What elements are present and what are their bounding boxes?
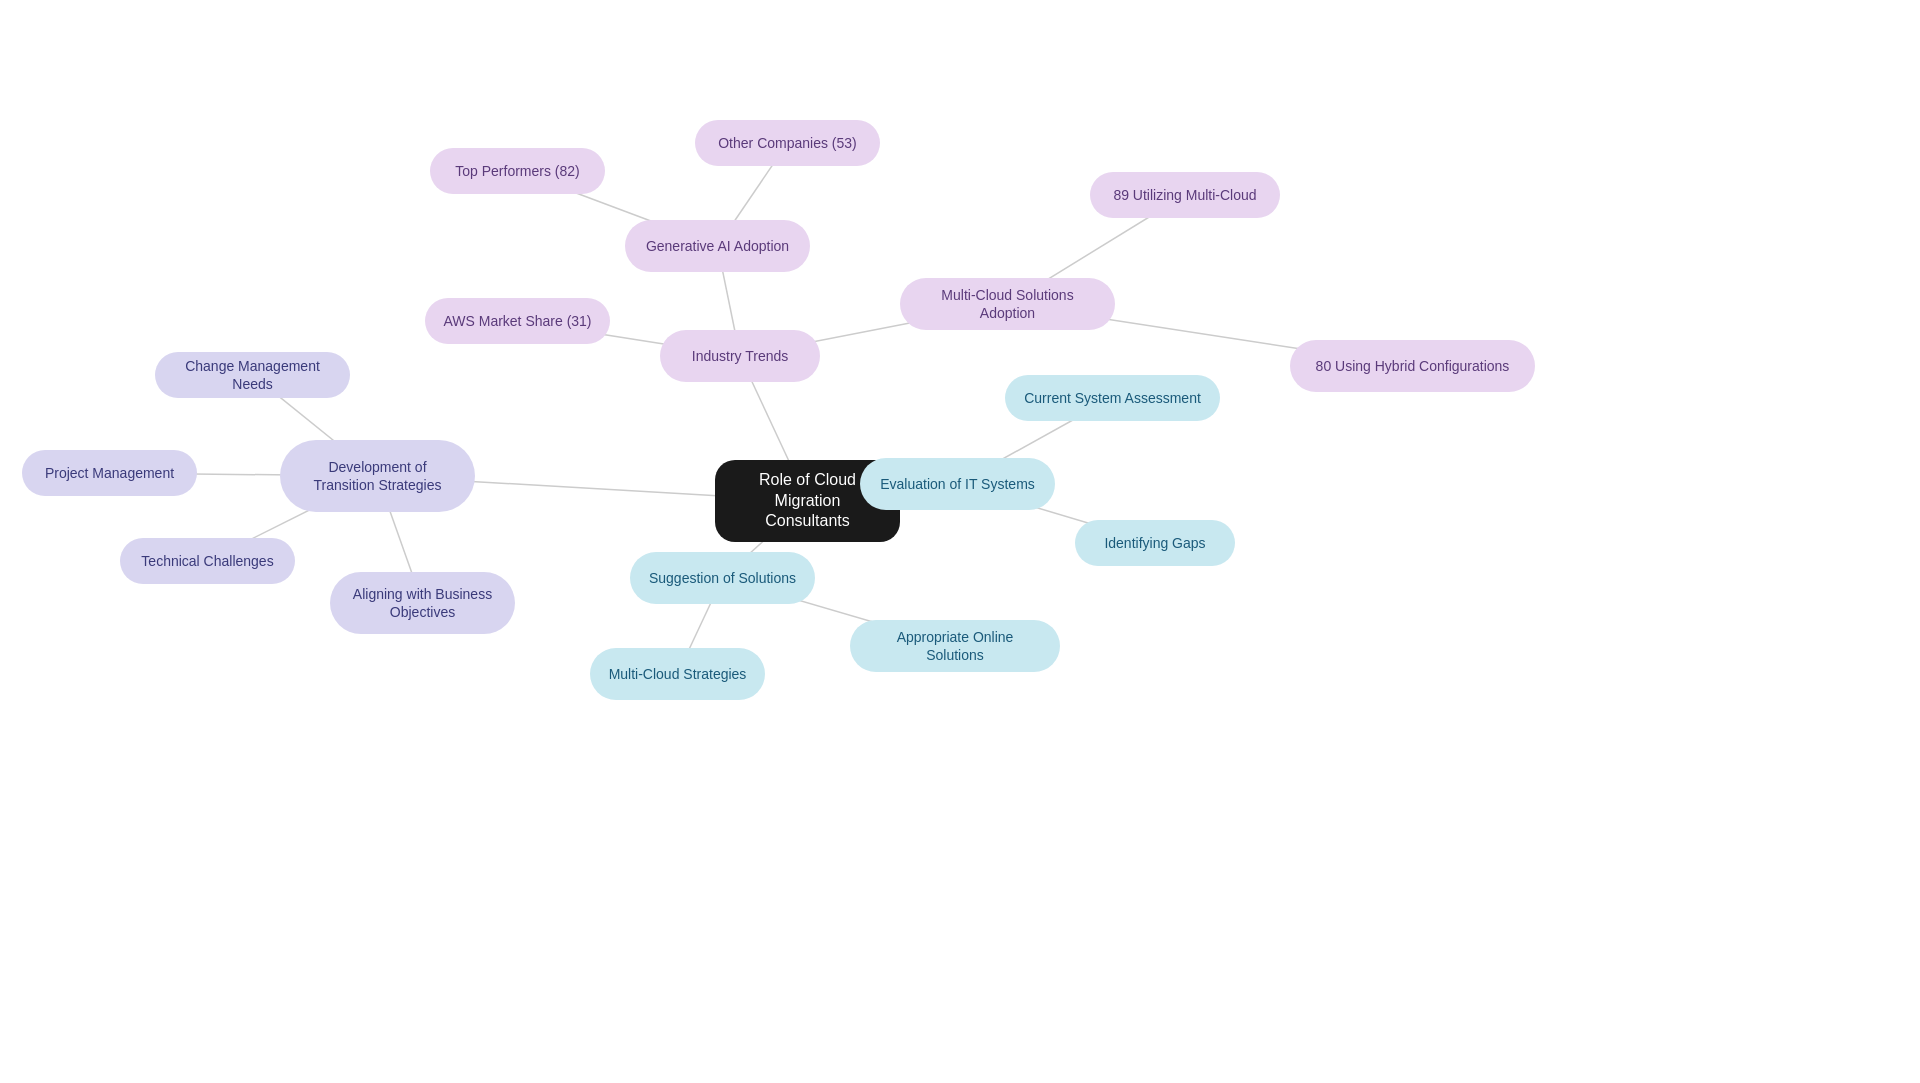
node-utilizing-multi-cloud: 89 Utilizing Multi-Cloud [1090,172,1280,218]
node-hybrid-config: 80 Using Hybrid Configurations [1290,340,1535,392]
node-identifying-gaps: Identifying Gaps [1075,520,1235,566]
node-industry-trends: Industry Trends [660,330,820,382]
node-current-assess: Current System Assessment [1005,375,1220,421]
node-change-mgmt: Change Management Needs [155,352,350,398]
node-aligning-biz: Aligning with Business Objectives [330,572,515,634]
node-tech-challenges: Technical Challenges [120,538,295,584]
node-multi-cloud-adoption: Multi-Cloud Solutions Adoption [900,278,1115,330]
node-other-companies: Other Companies (53) [695,120,880,166]
node-aws-market: AWS Market Share (31) [425,298,610,344]
node-eval-it: Evaluation of IT Systems [860,458,1055,510]
node-multi-cloud-strat: Multi-Cloud Strategies [590,648,765,700]
node-suggestion-sol: Suggestion of Solutions [630,552,815,604]
node-top-performers: Top Performers (82) [430,148,605,194]
node-generative-ai: Generative AI Adoption [625,220,810,272]
node-project-mgmt: Project Management [22,450,197,496]
node-dev-transition: Development of Transition Strategies [280,440,475,512]
node-appropriate-online: Appropriate Online Solutions [850,620,1060,672]
